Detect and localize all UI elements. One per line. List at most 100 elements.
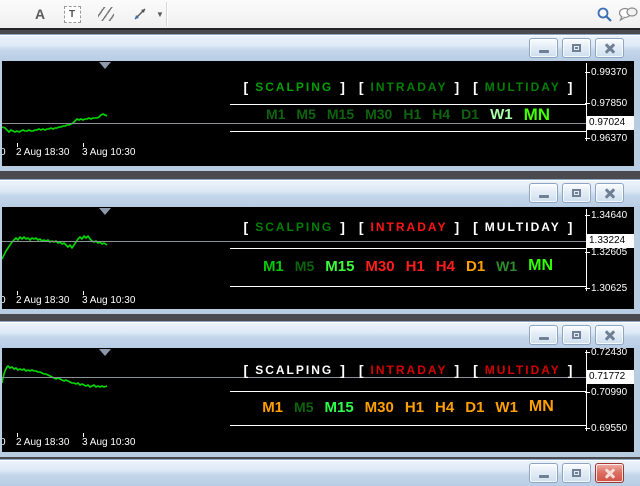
arrows-tool-icon[interactable] (130, 4, 150, 24)
mode-label: MULTIDAY (484, 80, 561, 94)
timeframe-button-m1[interactable]: M1 (263, 259, 284, 274)
time-axis[interactable]: 0 2 Aug 18:30 3 Aug 10:30 (2, 291, 582, 307)
bracket-close: ] (340, 362, 345, 378)
timeframe-button-w1[interactable]: W1 (496, 259, 517, 273)
bracket-close: ] (567, 219, 573, 235)
restore-icon (572, 189, 581, 197)
current-price-label: 0.97024 (587, 116, 634, 130)
mode-button-intraday[interactable]: [INTRADAY] (359, 79, 459, 95)
trade-mode-row: [SCALPING] [INTRADAY] [MULTIDAY] (230, 361, 586, 379)
chart-area[interactable]: [SCALPING] [INTRADAY] [ MULTIDAY] M1 M5 M15 M30… (0, 61, 640, 171)
mode-button-multiday[interactable]: [MULTIDAY] (473, 219, 572, 235)
titlebar[interactable] (0, 34, 640, 61)
bracket-close: ] (567, 79, 573, 95)
chart-area[interactable]: [SCALPING] [INTRADAY] [MULTIDAY] M1 M5 M15 M30… (0, 348, 640, 457)
timeframe-button-h4[interactable]: H4 (436, 259, 455, 274)
minimize-button[interactable] (529, 463, 558, 483)
timeframe-button-h4[interactable]: H4 (435, 400, 454, 415)
bracket-close: ] (454, 362, 460, 378)
bracket-open: [ (473, 79, 478, 95)
text-tool-icon[interactable]: A (30, 4, 50, 24)
mode-button-scalping[interactable]: [SCALPING] (244, 219, 345, 235)
timeframe-button-m30[interactable]: M30 (365, 259, 394, 274)
time-axis-label: 3 Aug 10:30 (82, 295, 136, 306)
timeframe-row: M1 M5 M15 M30 H1 H4 D1 W1 MN (230, 104, 586, 124)
mode-label: MULTIDAY (484, 363, 561, 377)
restore-button[interactable] (562, 463, 591, 483)
timeframe-button-m15[interactable]: M15 (324, 400, 353, 415)
timeframe-button-m30[interactable]: M30 (365, 400, 394, 415)
close-button[interactable] (595, 38, 624, 58)
timeframe-button-mn[interactable]: MN (524, 106, 550, 123)
close-icon (604, 187, 616, 199)
close-button[interactable] (595, 463, 624, 483)
channel-tool-icon[interactable] (96, 4, 116, 24)
timeframe-button-m1[interactable]: M1 (266, 107, 285, 121)
timeframe-button-d1[interactable]: D1 (466, 259, 485, 274)
chart-shift-marker-icon[interactable] (99, 208, 111, 215)
titlebar[interactable] (0, 459, 640, 486)
timeframe-button-h1[interactable]: H1 (405, 400, 424, 415)
price-axis-line (586, 209, 587, 291)
toolbar-separator (166, 2, 168, 26)
mode-label: SCALPING (255, 80, 334, 94)
timeframe-button-d1[interactable]: D1 (465, 400, 484, 415)
time-axis-label: 3 Aug 10:30 (82, 437, 136, 448)
time-axis[interactable]: 0 2 Aug 18:30 3 Aug 10:30 (2, 143, 582, 159)
minimize-button[interactable] (529, 38, 558, 58)
minimize-icon (538, 475, 549, 478)
timeframe-button-w1[interactable]: W1 (495, 400, 518, 415)
chart-shift-marker-icon[interactable] (99, 62, 111, 69)
chart-area[interactable]: [SCALPING] [INTRADAY] [MULTIDAY] M1 M5 M15 M30… (0, 207, 640, 314)
restore-icon (572, 469, 581, 477)
time-axis[interactable]: 0 2 Aug 18:30 3 Aug 10:30 (2, 433, 582, 449)
trade-mode-row: [SCALPING] [INTRADAY] [ MULTIDAY] (230, 78, 586, 96)
timeframe-button-h1[interactable]: H1 (406, 259, 425, 274)
titlebar[interactable] (0, 179, 640, 207)
chart-window-4-partial (0, 459, 640, 486)
mode-button-multiday[interactable]: [MULTIDAY] (473, 362, 572, 378)
time-axis-label: 2 Aug 18:30 (16, 295, 70, 306)
titlebar[interactable] (0, 321, 640, 348)
chart-shift-marker-icon[interactable] (99, 349, 111, 356)
restore-button[interactable] (562, 38, 591, 58)
mode-button-scalping[interactable]: [SCALPING] (244, 362, 345, 378)
mode-button-multiday[interactable]: [ MULTIDAY] (473, 79, 572, 95)
chart-window-3: [SCALPING] [INTRADAY] [MULTIDAY] M1 M5 M15 M30… (0, 321, 640, 457)
timeframe-button-h4[interactable]: H4 (432, 107, 450, 121)
label-tool-icon[interactable]: T (62, 4, 82, 24)
restore-button[interactable] (562, 183, 591, 203)
minimize-button[interactable] (529, 183, 558, 203)
mode-button-scalping[interactable]: [SCALPING] (244, 79, 345, 95)
timeframe-button-d1[interactable]: D1 (461, 107, 479, 121)
minimize-button[interactable] (529, 325, 558, 345)
timeframe-button-h1[interactable]: H1 (403, 107, 421, 121)
magnifier-glyph (597, 7, 612, 22)
timeframe-button-mn[interactable]: MN (528, 258, 553, 274)
restore-button[interactable] (562, 325, 591, 345)
window-controls (529, 463, 624, 483)
timeframe-button-mn[interactable]: MN (529, 399, 554, 415)
timeframe-button-m1[interactable]: M1 (262, 400, 283, 415)
bracket-close: ] (340, 219, 345, 235)
timeframe-button-m30[interactable]: M30 (365, 107, 392, 121)
close-button[interactable] (595, 325, 624, 345)
price-scale-label: 0.99370 (585, 66, 634, 79)
timeframe-row: M1 M5 M15 M30 H1 H4 D1 W1 MN (230, 397, 586, 417)
timeframe-button-m5[interactable]: M5 (295, 259, 314, 273)
timeframe-button-w1[interactable]: W1 (490, 107, 513, 122)
mode-label: INTRADAY (370, 220, 448, 234)
close-icon (604, 329, 616, 341)
timeframe-button-m15[interactable]: M15 (327, 107, 354, 121)
timeframe-button-m5[interactable]: M5 (294, 400, 313, 414)
close-button[interactable] (595, 183, 624, 203)
close-icon (604, 42, 616, 54)
price-scale-label: 1.34640 (585, 209, 634, 222)
chat-icon[interactable] (618, 4, 638, 24)
search-icon[interactable] (594, 4, 614, 24)
mode-button-intraday[interactable]: [INTRADAY] (359, 219, 459, 235)
mode-button-intraday[interactable]: [INTRADAY] (359, 362, 459, 378)
bracket-open: [ (243, 362, 249, 378)
timeframe-button-m5[interactable]: M5 (296, 107, 315, 121)
timeframe-button-m15[interactable]: M15 (325, 259, 354, 274)
